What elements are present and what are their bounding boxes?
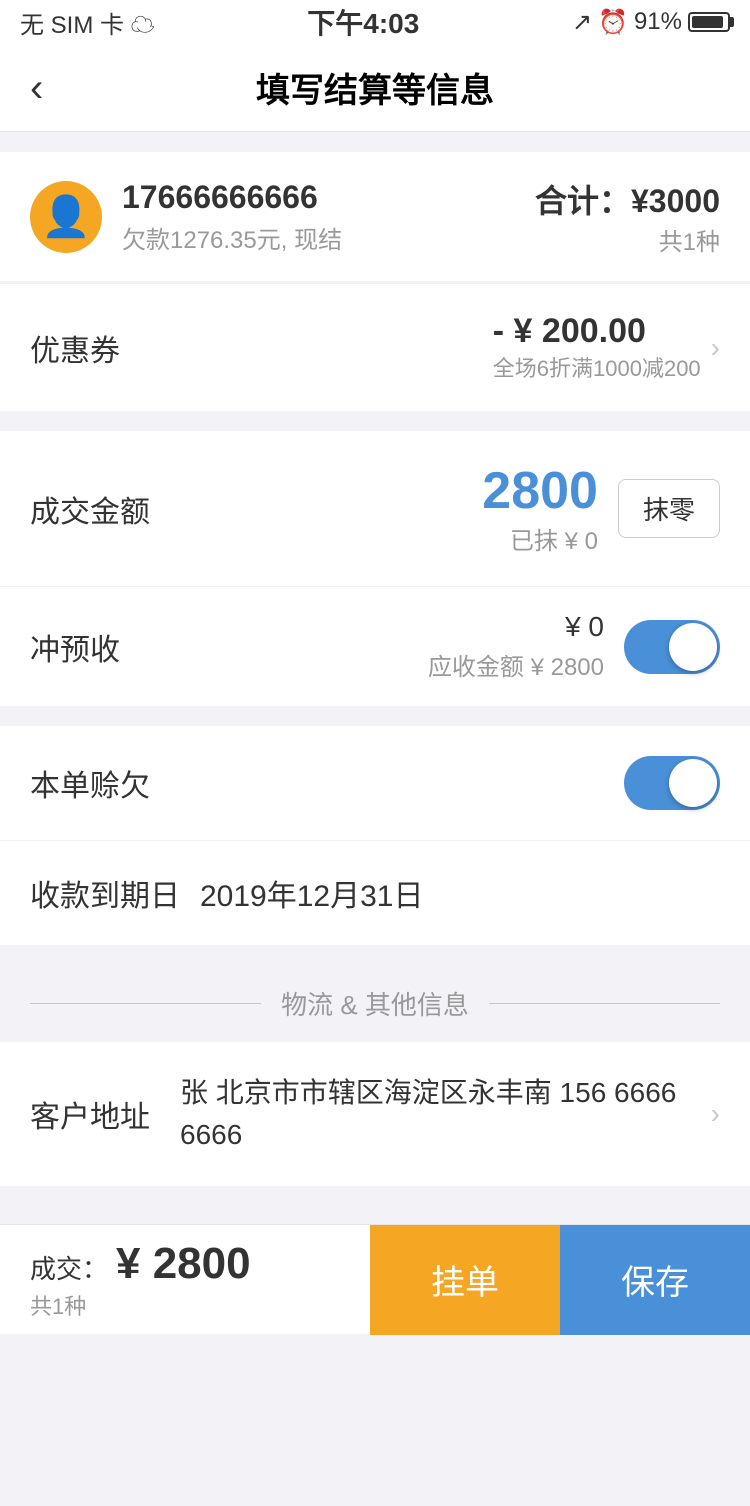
coupon-label: 优惠券	[30, 326, 120, 370]
prepaid-values: ¥ 0 应收金额 ¥ 2800	[428, 611, 604, 682]
due-date-label: 收款到期日	[30, 871, 180, 915]
total-count: 共1种	[535, 222, 720, 257]
battery-icon	[688, 12, 730, 32]
prepaid-receivable: 应收金额 ¥ 2800	[428, 647, 604, 682]
customer-left: 👤 17666666666 欠款1276.35元, 现结	[30, 179, 342, 255]
nav-bar: ‹ 填写结算等信息	[0, 44, 750, 132]
chevron-right-icon: ›	[711, 332, 720, 364]
back-button[interactable]: ‹	[30, 68, 43, 108]
divider-line-left	[30, 1003, 261, 1004]
coupon-right: - ¥ 200.00 全场6折满1000减200 ›	[493, 312, 720, 383]
bottom-bar: 成交： ¥ 2800 共1种 挂单 保存	[0, 1224, 750, 1334]
customer-debt: 欠款1276.35元, 现结	[122, 220, 342, 255]
hang-button[interactable]: 挂单	[370, 1225, 560, 1335]
address-chevron-icon: ›	[711, 1098, 720, 1130]
coupon-amount: - ¥ 200.00	[493, 312, 701, 351]
customer-info: 17666666666 欠款1276.35元, 现结	[122, 179, 342, 255]
debt-toggle-knob	[669, 759, 717, 807]
deal-amount-right: 2800 已抹 ¥ 0 抹零	[482, 461, 720, 556]
page-title: 填写结算等信息	[256, 63, 494, 112]
address-value: 张 北京市市辖区海淀区永丰南 156 6666 6666	[180, 1072, 701, 1156]
divider-line-right	[489, 1003, 720, 1004]
form-section-deal: 成交金额 2800 已抹 ¥ 0 抹零 冲预收 ¥ 0 应收金额 ¥ 2800	[0, 431, 750, 706]
status-time: 下午4:03	[307, 2, 419, 42]
deal-amount-note: 已抹 ¥ 0	[482, 521, 598, 556]
bottom-deal-value: ¥ 2800	[116, 1239, 251, 1289]
bottom-summary: 成交： ¥ 2800 共1种	[0, 1239, 370, 1321]
status-right: ↗ ⏰ 91%	[572, 8, 730, 37]
round-button[interactable]: 抹零	[618, 479, 720, 538]
prepaid-toggle[interactable]	[624, 620, 720, 674]
form-section-debt: 本单赊欠 收款到期日 2019年12月31日	[0, 726, 750, 945]
total-amount: 合计：¥3000	[535, 176, 720, 222]
location-icon: ↗	[572, 8, 592, 37]
customer-right: 合计：¥3000 共1种	[535, 176, 720, 257]
customer-phone: 17666666666	[122, 179, 342, 216]
prepaid-row: 冲预收 ¥ 0 应收金额 ¥ 2800	[0, 587, 750, 706]
address-row[interactable]: 客户地址 张 北京市市辖区海淀区永丰南 156 6666 6666 ›	[0, 1042, 750, 1186]
coupon-desc: 全场6折满1000减200	[493, 351, 701, 383]
deal-amount-label: 成交金额	[30, 487, 150, 531]
logistics-label: 物流 & 其他信息	[281, 985, 469, 1022]
prepaid-right: ¥ 0 应收金额 ¥ 2800	[428, 611, 720, 682]
alarm-icon: ⏰	[598, 8, 628, 37]
address-label: 客户地址	[30, 1092, 150, 1136]
toggle-knob	[669, 623, 717, 671]
due-date-row: 收款到期日 2019年12月31日	[0, 841, 750, 945]
status-bar: 无 SIM 卡 ☁ 下午4:03 ↗ ⏰ 91%	[0, 0, 750, 44]
bottom-count: 共1种	[30, 1289, 340, 1321]
prepaid-label: 冲预收	[30, 625, 120, 669]
bottom-deal-label: 成交：	[30, 1249, 108, 1286]
save-button[interactable]: 保存	[560, 1225, 750, 1335]
debt-label: 本单赊欠	[30, 761, 150, 805]
deal-amount-value: 2800	[482, 461, 598, 521]
due-date-value: 2019年12月31日	[200, 871, 423, 915]
status-left: 无 SIM 卡 ☁	[20, 5, 155, 40]
section-divider-2	[0, 706, 750, 726]
bottom-deal: 成交： ¥ 2800	[30, 1239, 340, 1289]
debt-toggle[interactable]	[624, 756, 720, 810]
sim-status: 无 SIM 卡 ☁	[20, 5, 155, 40]
customer-card: 👤 17666666666 欠款1276.35元, 现结 合计：¥3000 共1…	[0, 152, 750, 281]
section-divider-1	[0, 411, 750, 431]
deal-amount-row: 成交金额 2800 已抹 ¥ 0 抹零	[0, 431, 750, 587]
debt-row: 本单赊欠	[0, 726, 750, 841]
coupon-row[interactable]: 优惠券 - ¥ 200.00 全场6折满1000减200 ›	[0, 283, 750, 411]
avatar: 👤	[30, 181, 102, 253]
user-icon: 👤	[41, 193, 91, 240]
logistics-divider: 物流 & 其他信息	[0, 965, 750, 1042]
battery-percent: 91%	[634, 8, 682, 36]
prepaid-value: ¥ 0	[565, 611, 604, 643]
